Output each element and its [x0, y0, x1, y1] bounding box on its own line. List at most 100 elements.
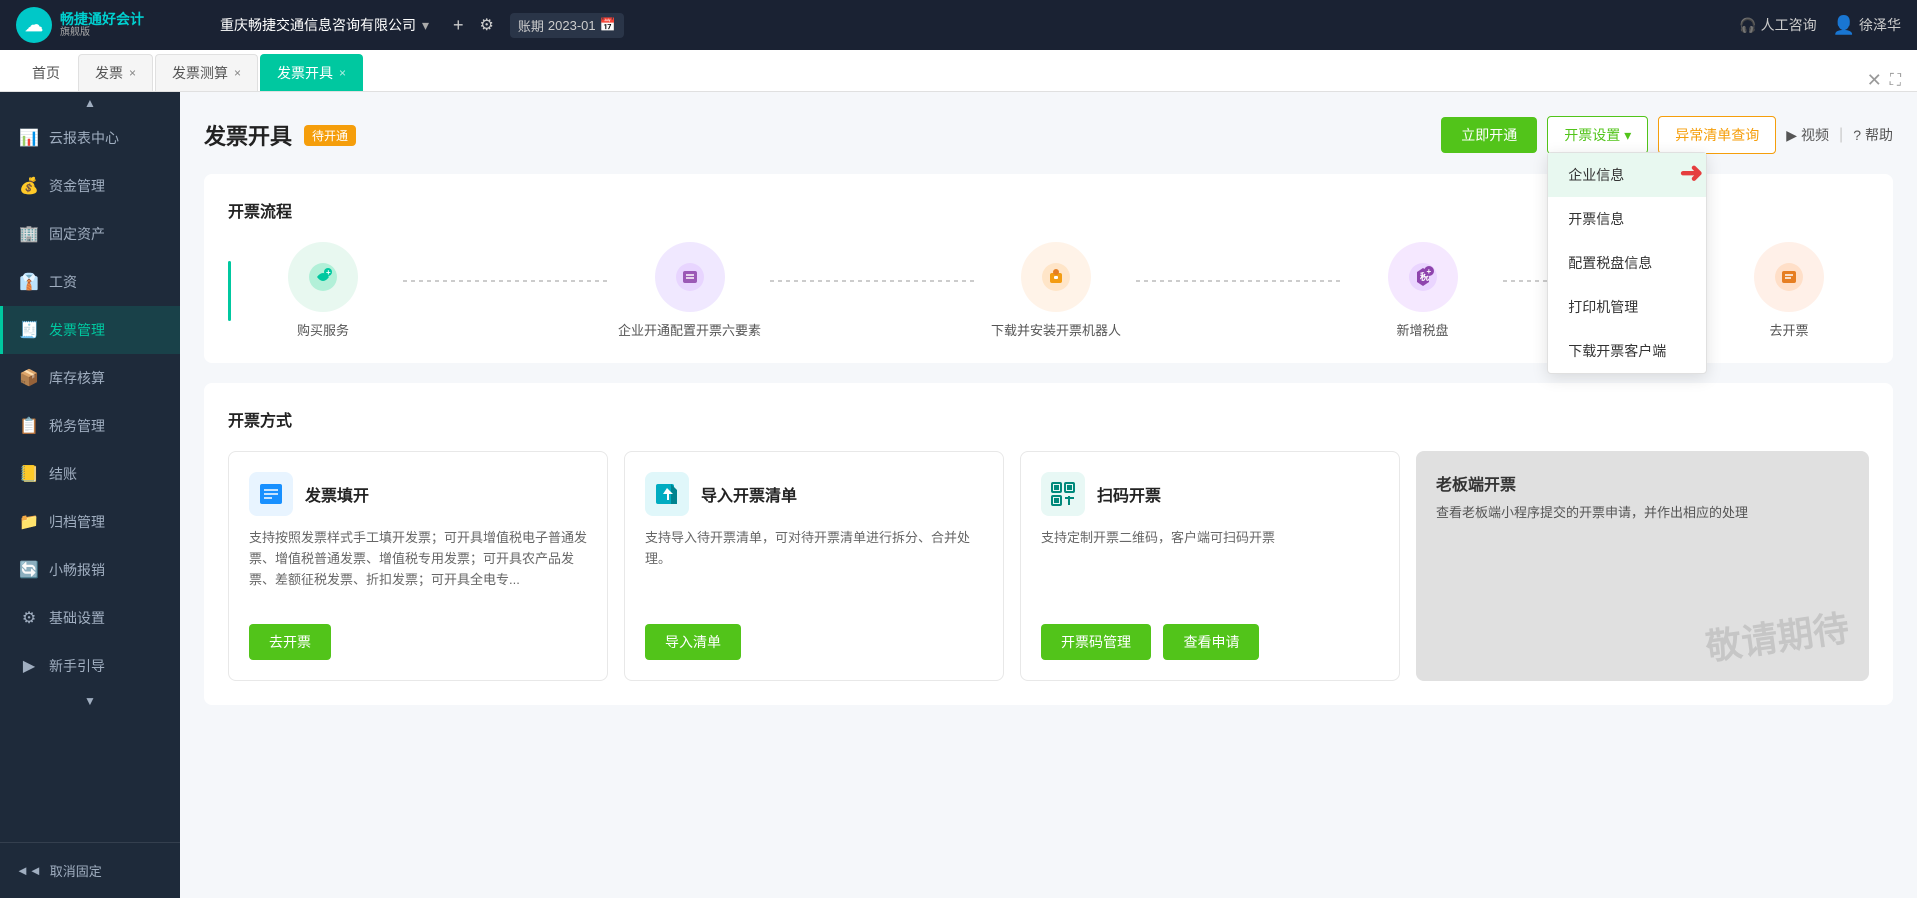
tab-invoice-calc[interactable]: 发票测算 × [155, 54, 258, 91]
app-name: 畅捷通好会计 [60, 11, 144, 28]
sidebar-item-fixed-assets[interactable]: 🏢 固定资产 [0, 210, 180, 258]
page-actions: 立即开通 开票设置 ▾ 企业信息 开票信息 [1441, 116, 1893, 154]
company-selector[interactable]: 重庆畅捷交通信息咨询有限公司 ▾ [212, 11, 437, 39]
abnormal-list-button[interactable]: 异常清单查询 [1658, 116, 1776, 154]
scan-invoice-title: 扫码开票 [1097, 482, 1161, 506]
inventory-icon: 📦 [19, 368, 39, 388]
sidebar-scroll-down-button[interactable]: ▼ [0, 690, 180, 712]
sidebar-item-funds[interactable]: 💰 资金管理 [0, 162, 180, 210]
dropdown-item-printer[interactable]: 打印机管理 [1548, 285, 1706, 329]
sidebar-item-archive[interactable]: 📁 归档管理 [0, 498, 180, 546]
flow-step-5: 去开票 [1709, 242, 1869, 339]
archive-icon: 📁 [19, 512, 39, 532]
dropdown-item-invoice-info[interactable]: 开票信息 [1548, 197, 1706, 241]
step-icon-3 [1021, 242, 1091, 312]
connector-3 [1136, 280, 1343, 282]
sidebar-expense-label: 小畅报销 [49, 560, 105, 580]
user-name: 徐泽华 [1859, 15, 1901, 35]
tab-expand-button[interactable]: ⛶ [1890, 72, 1901, 90]
tab-invoice-calc-close[interactable]: × [234, 66, 241, 80]
top-header: ☁ 畅捷通好会计 旗舰版 重庆畅捷交通信息咨询有限公司 ▾ + ⚙ 账期 202… [0, 0, 1917, 50]
support-button[interactable]: 🎧 人工咨询 [1739, 15, 1816, 35]
billing-card-import: 导入开票清单 支持导入待开票清单，可对待开票清单进行拆分、合并处理。 导入清单 [624, 451, 1004, 681]
view-application-button[interactable]: 查看申请 [1163, 624, 1259, 660]
company-info-label: 企业信息 [1568, 167, 1624, 183]
billing-card-scan: 扫码开票 支持定制开票二维码，客户端可扫码开票 开票码管理 查看申请 [1020, 451, 1400, 681]
sidebar-scroll-up-button[interactable]: ▲ [0, 92, 180, 114]
step-label-3: 下载并安装开票机器人 [991, 320, 1121, 339]
invoice-settings-label: 开票设置 [1564, 125, 1620, 145]
step-icon-5 [1754, 242, 1824, 312]
settings-dropdown-wrapper: 开票设置 ▾ 企业信息 开票信息 配置税盘信息 [1547, 116, 1648, 154]
sidebar-item-closing[interactable]: 📒 结账 [0, 450, 180, 498]
sidebar-cancel-fixed-button[interactable]: ◄◄ 取消固定 [0, 851, 180, 890]
page-title-area: 发票开具 待开通 [204, 119, 356, 151]
sidebar-item-inventory[interactable]: 📦 库存核算 [0, 354, 180, 402]
tab-close-all-button[interactable]: ✕ [1867, 70, 1882, 91]
sidebar-item-invoice[interactable]: 🧾 发票管理 [0, 306, 180, 354]
step-label-5: 去开票 [1769, 320, 1808, 339]
billing-card-fill-header: 发票填开 [249, 472, 587, 516]
invoice-settings-button[interactable]: 开票设置 ▾ [1547, 116, 1648, 154]
status-badge: 待开通 [304, 125, 356, 146]
scan-code-manage-button[interactable]: 开票码管理 [1041, 624, 1151, 660]
sidebar-inventory-label: 库存核算 [49, 368, 105, 388]
sidebar-settings-label: 基础设置 [49, 608, 105, 628]
sidebar: ▲ 📊 云报表中心 💰 资金管理 🏢 固定资产 👔 工资 🧾 发票管理 📦 库存… [0, 92, 180, 898]
header-settings-icon[interactable]: ⚙ [480, 15, 494, 35]
sidebar-item-payroll[interactable]: 👔 工资 [0, 258, 180, 306]
import-invoice-button[interactable]: 导入清单 [645, 624, 741, 660]
sidebar-item-expense[interactable]: 🔄 小畅报销 [0, 546, 180, 594]
dropdown-item-company-info[interactable]: 企业信息 [1548, 153, 1706, 197]
tax-icon: 📋 [19, 416, 39, 436]
printer-label: 打印机管理 [1568, 299, 1638, 315]
download-client-label: 下载开票客户端 [1568, 343, 1666, 359]
boss-invoice-desc: 查看老板端小程序提交的开票申请，并作出相应的处理 [1436, 503, 1849, 524]
flow-step-1: + 购买服务 [243, 242, 403, 339]
svg-text:+: + [1426, 267, 1431, 276]
import-invoice-icon [645, 472, 689, 516]
sidebar-item-guide[interactable]: ▶ 新手引导 [0, 642, 180, 690]
activate-button[interactable]: 立即开通 [1441, 117, 1537, 153]
settings-icon: ⚙ [19, 608, 39, 628]
tab-invoice[interactable]: 发票 × [78, 54, 153, 91]
help-icon: ? [1853, 127, 1861, 143]
add-tab-button[interactable]: + [453, 15, 464, 36]
scan-invoice-desc: 支持定制开票二维码，客户端可扫码开票 [1041, 528, 1379, 608]
sidebar-item-cloud-report[interactable]: 📊 云报表中心 [0, 114, 180, 162]
fill-invoice-button[interactable]: 去开票 [249, 624, 331, 660]
overlay-coming-soon: 敬请期待 [1702, 599, 1852, 671]
main-layout: ▲ 📊 云报表中心 💰 资金管理 🏢 固定资产 👔 工资 🧾 发票管理 📦 库存… [0, 92, 1917, 898]
cloud-report-icon: 📊 [19, 128, 39, 148]
step-icon-2 [655, 242, 725, 312]
step-icon-1: + [288, 242, 358, 312]
dropdown-item-tax-disk[interactable]: 配置税盘信息 [1548, 241, 1706, 285]
sidebar-item-tax[interactable]: 📋 税务管理 [0, 402, 180, 450]
fill-invoice-title: 发票填开 [305, 482, 369, 506]
sidebar-item-settings[interactable]: ⚙ 基础设置 [0, 594, 180, 642]
sidebar-archive-label: 归档管理 [49, 512, 105, 532]
tab-invoice-close[interactable]: × [129, 66, 136, 80]
billing-card-boss: 老板端开票 查看老板端小程序提交的开票申请，并作出相应的处理 敬请期待 [1416, 451, 1869, 681]
import-invoice-desc: 支持导入待开票清单，可对待开票清单进行拆分、合并处理。 [645, 528, 983, 608]
tab-invoice-calc-label: 发票测算 [172, 63, 228, 83]
tab-invoice-open-close[interactable]: × [339, 66, 346, 80]
fill-invoice-desc: 支持按照发票样式手工填开发票；可开具增值税电子普通发票、增值税普通发票、增值税专… [249, 528, 587, 608]
page-header: 发票开具 待开通 立即开通 开票设置 ▾ 企业信息 [204, 116, 1893, 154]
step-label-2: 企业开通配置开票六要素 [618, 320, 761, 339]
tab-invoice-open[interactable]: 发票开具 × [260, 54, 363, 91]
dropdown-item-download-client[interactable]: 下载开票客户端 [1548, 329, 1706, 373]
chevron-down-icon: ▾ [422, 17, 429, 34]
billing-title: 开票方式 [228, 407, 1869, 431]
divider: | [1839, 126, 1843, 144]
tab-home[interactable]: 首页 [16, 55, 76, 91]
page-title: 发票开具 [204, 119, 292, 151]
sidebar-payroll-label: 工资 [49, 272, 77, 292]
import-invoice-title: 导入开票清单 [701, 482, 797, 506]
fixed-assets-icon: 🏢 [19, 224, 39, 244]
user-profile-button[interactable]: 👤 徐泽华 [1833, 15, 1901, 36]
fill-invoice-icon [249, 472, 293, 516]
video-button[interactable]: ▶ 视频 [1786, 125, 1829, 145]
help-button[interactable]: ? 帮助 [1853, 125, 1893, 145]
tab-invoice-label: 发票 [95, 63, 123, 83]
